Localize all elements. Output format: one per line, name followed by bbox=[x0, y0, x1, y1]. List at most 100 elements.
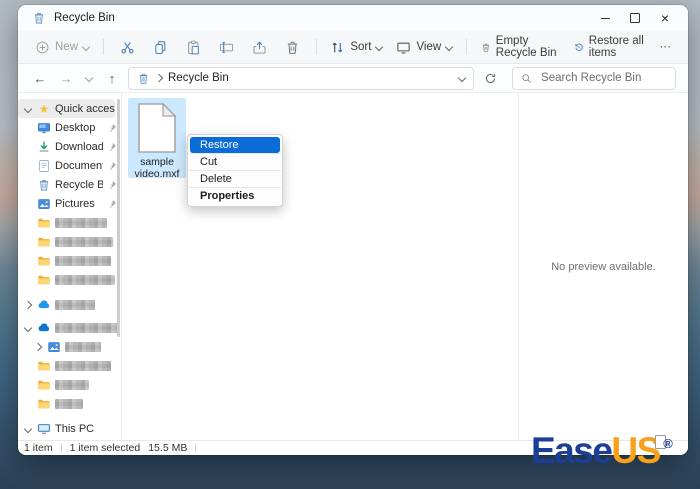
rename-button[interactable] bbox=[210, 36, 243, 59]
forward-button[interactable]: → bbox=[56, 71, 76, 86]
sidebar-item-folder[interactable] bbox=[18, 375, 121, 394]
see-more-button[interactable]: ··· bbox=[652, 37, 678, 57]
cut-button[interactable] bbox=[111, 36, 144, 59]
sidebar-item-cloud[interactable] bbox=[18, 295, 121, 314]
restore-icon bbox=[574, 40, 584, 55]
share-icon bbox=[252, 40, 267, 55]
recent-locations-button[interactable] bbox=[82, 73, 96, 83]
picture-icon bbox=[37, 197, 51, 211]
chevron-down-icon[interactable] bbox=[457, 73, 467, 83]
sidebar-item-documents[interactable]: Documents bbox=[18, 156, 121, 175]
pin-icon[interactable] bbox=[107, 123, 117, 133]
sidebar-item-quick-access[interactable]: ★ Quick access bbox=[18, 99, 115, 118]
refresh-button[interactable] bbox=[480, 72, 500, 85]
sidebar-item-this-pc[interactable]: This PC bbox=[18, 419, 121, 438]
folder-icon bbox=[37, 216, 51, 230]
context-menu-item-cut[interactable]: Cut bbox=[188, 154, 282, 170]
sidebar-item-desktop-sub[interactable]: Desktop bbox=[18, 438, 121, 440]
file-item-selected[interactable]: sample video.mxf bbox=[128, 98, 186, 180]
chevron-right-icon[interactable] bbox=[33, 342, 43, 351]
sidebar-item-folder[interactable] bbox=[18, 394, 121, 413]
pin-icon[interactable] bbox=[107, 161, 117, 171]
toolbar-divider bbox=[315, 39, 317, 55]
sidebar-item-downloads[interactable]: Downloads bbox=[18, 137, 121, 156]
status-divider bbox=[60, 443, 62, 453]
breadcrumb[interactable]: Recycle Bin bbox=[128, 66, 474, 90]
address-bar: ← → ↑ Recycle Bin bbox=[18, 64, 688, 93]
chevron-down-icon[interactable] bbox=[23, 104, 33, 113]
blurred-label bbox=[55, 360, 111, 371]
recycle-bin-icon bbox=[37, 178, 51, 192]
maximize-button[interactable] bbox=[620, 7, 650, 29]
desktop: Recycle Bin × New Sort View Empty Recycl… bbox=[0, 0, 700, 489]
selection-count: 1 item selected bbox=[69, 442, 141, 454]
restore-all-items-button[interactable]: Restore all items bbox=[567, 31, 653, 63]
close-icon: × bbox=[660, 10, 670, 26]
empty-recycle-bin-button[interactable]: Empty Recycle Bin bbox=[474, 31, 567, 63]
pin-icon[interactable] bbox=[107, 199, 117, 209]
sidebar-item-recycle-bin[interactable]: Recycle Bin bbox=[18, 175, 121, 194]
folder-icon bbox=[37, 254, 51, 268]
download-icon bbox=[37, 140, 51, 154]
blurred-label bbox=[55, 379, 89, 390]
search-input[interactable] bbox=[539, 71, 667, 85]
chevron-down-icon[interactable] bbox=[23, 424, 33, 433]
monitor-icon bbox=[37, 121, 51, 135]
sidebar-scrollbar[interactable] bbox=[117, 99, 120, 337]
cloud-icon bbox=[37, 298, 51, 312]
paste-button[interactable] bbox=[177, 36, 210, 59]
chevron-down-icon[interactable] bbox=[23, 323, 33, 332]
blurred-label bbox=[55, 299, 95, 310]
document-icon bbox=[37, 159, 51, 173]
delete-button[interactable] bbox=[276, 36, 309, 59]
window-title: Recycle Bin bbox=[54, 12, 115, 24]
blurred-label bbox=[55, 217, 107, 228]
sort-icon bbox=[330, 40, 345, 55]
search-icon bbox=[521, 72, 532, 85]
sidebar-item-folder[interactable] bbox=[18, 232, 121, 251]
folder-icon bbox=[37, 273, 51, 287]
view-button[interactable]: View bbox=[389, 36, 459, 59]
blurred-label bbox=[55, 236, 113, 247]
sidebar-item-folder[interactable] bbox=[18, 213, 121, 232]
new-button[interactable]: New bbox=[28, 36, 96, 59]
watermark-text-us: US bbox=[611, 430, 661, 471]
context-menu-item-delete[interactable]: Delete bbox=[188, 171, 282, 187]
plus-circle-icon bbox=[35, 40, 50, 55]
trash-icon bbox=[285, 40, 300, 55]
sidebar-item-folder[interactable] bbox=[18, 356, 121, 375]
trash-icon bbox=[481, 40, 491, 55]
status-divider bbox=[195, 443, 197, 453]
chevron-down-icon bbox=[375, 42, 384, 52]
breadcrumb-location[interactable]: Recycle Bin bbox=[168, 72, 229, 84]
recycle-bin-icon bbox=[32, 11, 46, 25]
share-button[interactable] bbox=[243, 36, 276, 59]
context-menu-item-restore[interactable]: Restore bbox=[190, 137, 280, 153]
selection-size: 15.5 MB bbox=[148, 442, 188, 454]
sort-button[interactable]: Sort bbox=[323, 36, 389, 59]
sidebar-item-pictures[interactable]: Pictures bbox=[18, 194, 121, 213]
context-menu: Restore Cut Delete Properties bbox=[187, 134, 283, 207]
back-button[interactable]: ← bbox=[30, 71, 50, 86]
watermark-text-ease: Ease bbox=[531, 430, 613, 471]
sidebar-item-desktop[interactable]: Desktop bbox=[18, 118, 121, 137]
sidebar-item-folder[interactable] bbox=[18, 270, 121, 289]
minimize-button[interactable] bbox=[590, 7, 620, 29]
folder-icon bbox=[37, 235, 51, 249]
sidebar-item-cloud[interactable] bbox=[18, 318, 121, 337]
sidebar-item-folder[interactable] bbox=[18, 251, 121, 270]
file-list-pane[interactable]: sample video.mxf Restore Cut Delete Prop… bbox=[122, 93, 518, 440]
picture-icon bbox=[47, 340, 61, 354]
pin-icon[interactable] bbox=[107, 142, 117, 152]
search-box[interactable] bbox=[512, 66, 676, 90]
sidebar-item-pictures-sub[interactable] bbox=[18, 337, 121, 356]
up-button[interactable]: ↑ bbox=[102, 71, 122, 86]
close-button[interactable]: × bbox=[650, 7, 680, 29]
chevron-right-icon[interactable] bbox=[23, 300, 33, 309]
no-preview-message: No preview available. bbox=[551, 260, 656, 273]
context-menu-item-properties[interactable]: Properties bbox=[188, 188, 282, 204]
pin-icon[interactable] bbox=[107, 180, 117, 190]
toolbar-divider bbox=[103, 39, 104, 55]
title-bar[interactable]: Recycle Bin × bbox=[18, 5, 688, 31]
copy-button[interactable] bbox=[144, 36, 177, 59]
